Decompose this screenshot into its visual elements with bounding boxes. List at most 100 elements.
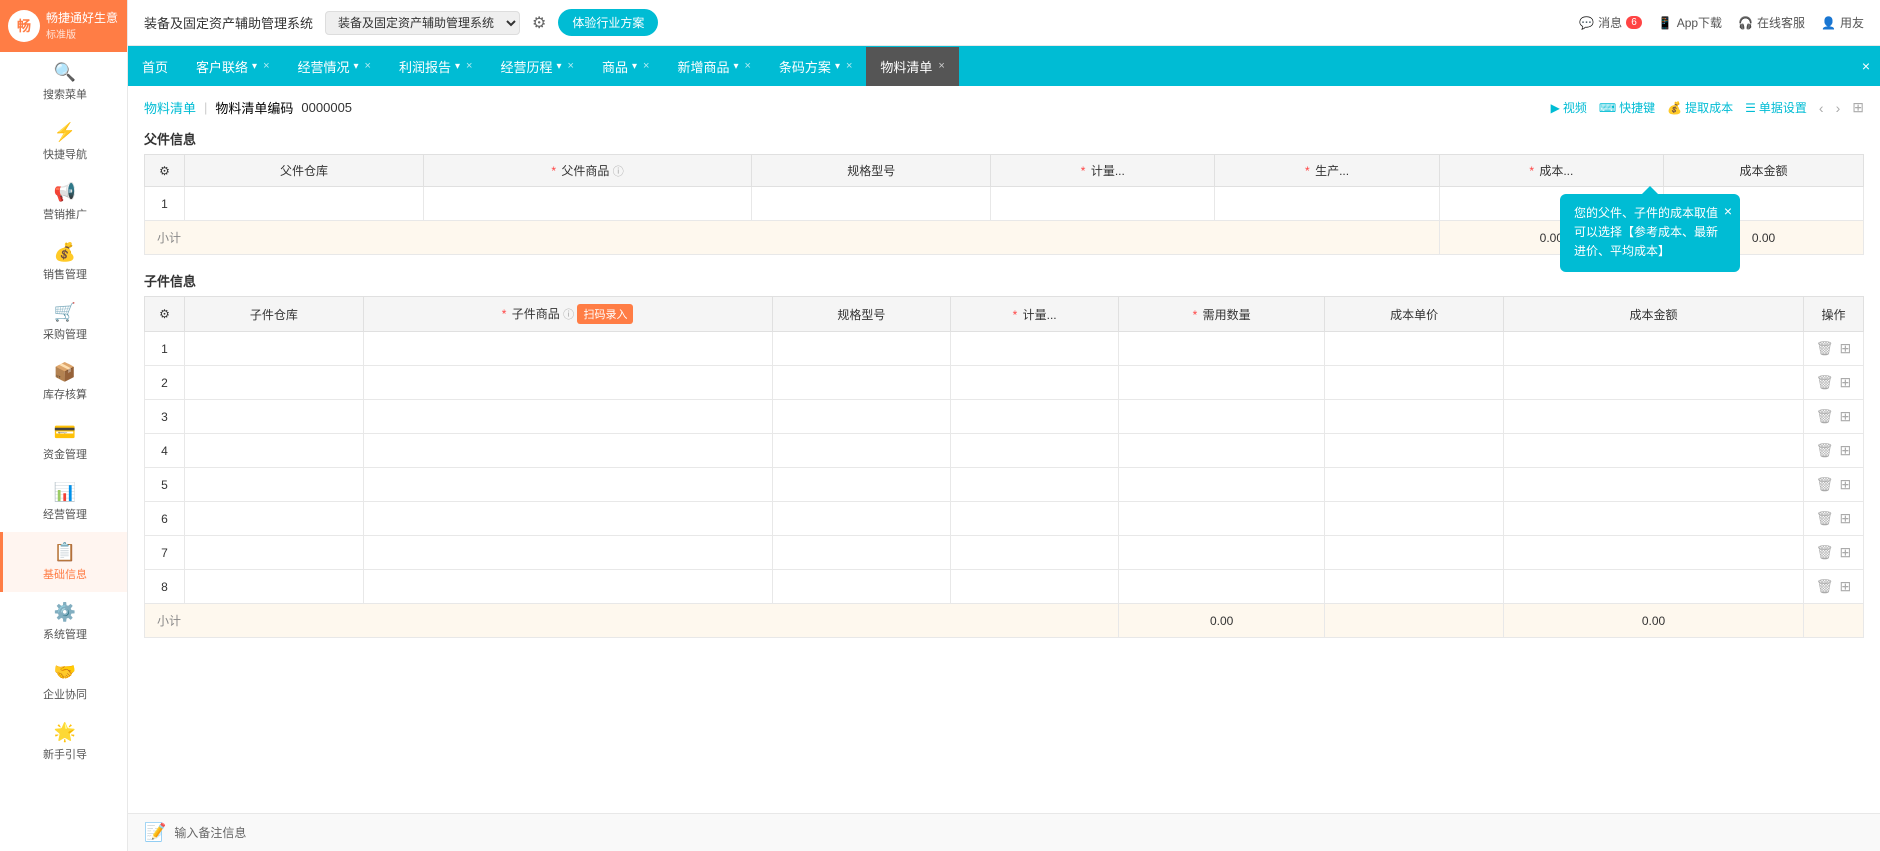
child-quantity-cell[interactable]: [1119, 332, 1325, 366]
copy-icon[interactable]: ⊞: [1840, 442, 1852, 459]
tab-profit[interactable]: 利润报告 ▾ ×: [385, 47, 486, 86]
child-goods-cell[interactable]: [363, 570, 772, 604]
sidebar-item-search[interactable]: 🔍 搜索菜单: [0, 52, 127, 112]
copy-icon[interactable]: ⊞: [1840, 476, 1852, 493]
delete-icon[interactable]: 🗑: [1816, 510, 1834, 527]
delete-icon[interactable]: 🗑: [1816, 476, 1834, 493]
sidebar-item-sales[interactable]: 💰 销售管理: [0, 232, 127, 292]
child-quantity-cell[interactable]: [1119, 434, 1325, 468]
settings-action[interactable]: ☰ 单据设置: [1745, 99, 1807, 116]
tab-bom[interactable]: 物料清单 ×: [866, 47, 958, 86]
child-warehouse-cell[interactable]: [185, 332, 364, 366]
parent-produce-cell[interactable]: [1215, 187, 1439, 221]
message-button[interactable]: 💬 消息 6: [1579, 14, 1642, 31]
tab-add-goods[interactable]: 新增商品 ▾ ×: [663, 47, 764, 86]
scan-button[interactable]: 扫码录入: [577, 304, 633, 324]
tab-close-icon[interactable]: ×: [744, 60, 750, 72]
child-unit-cell[interactable]: [951, 502, 1119, 536]
parent-warehouse-cell[interactable]: [185, 187, 424, 221]
copy-icon[interactable]: ⊞: [1840, 374, 1852, 391]
sidebar-item-guide[interactable]: 🌟 新手引导: [0, 712, 127, 772]
tab-goods[interactable]: 商品 ▾ ×: [588, 47, 663, 86]
tab-home[interactable]: 首页: [128, 47, 182, 86]
child-warehouse-cell[interactable]: [185, 502, 364, 536]
child-goods-cell[interactable]: [363, 468, 772, 502]
sidebar-item-system[interactable]: ⚙️ 系统管理: [0, 592, 127, 652]
sidebar-item-operation[interactable]: 📊 经营管理: [0, 472, 127, 532]
tab-close-icon[interactable]: ×: [263, 60, 269, 72]
app-download-button[interactable]: 📱 App下载: [1658, 14, 1722, 31]
tab-operation-status[interactable]: 经营情况 ▾ ×: [284, 47, 385, 86]
child-warehouse-cell[interactable]: [185, 366, 364, 400]
child-unit-cell[interactable]: [951, 366, 1119, 400]
child-quantity-cell[interactable]: [1119, 468, 1325, 502]
sidebar-item-marketing[interactable]: 📢 营销推广: [0, 172, 127, 232]
sidebar-item-purchase[interactable]: 🛒 采购管理: [0, 292, 127, 352]
breadcrumb-nav-next[interactable]: ›: [1836, 100, 1841, 116]
copy-icon[interactable]: ⊞: [1840, 578, 1852, 595]
copy-icon[interactable]: ⊞: [1840, 510, 1852, 527]
delete-icon[interactable]: 🗑: [1816, 442, 1834, 459]
copy-icon[interactable]: ⊞: [1840, 544, 1852, 561]
child-warehouse-cell[interactable]: [185, 570, 364, 604]
child-quantity-cell[interactable]: [1119, 502, 1325, 536]
th-parent-gear[interactable]: ⚙: [145, 155, 185, 187]
copy-icon[interactable]: ⊞: [1840, 408, 1852, 425]
tab-barcode[interactable]: 条码方案 ▾ ×: [765, 47, 866, 86]
child-unit-cell[interactable]: [951, 570, 1119, 604]
tab-close-icon[interactable]: ×: [643, 60, 649, 72]
child-warehouse-cell[interactable]: [185, 536, 364, 570]
copy-icon[interactable]: ⊞: [1840, 340, 1852, 357]
child-goods-cell[interactable]: [363, 502, 772, 536]
trial-button[interactable]: 体验行业方案: [558, 9, 658, 36]
tooltip-close-button[interactable]: ×: [1724, 200, 1732, 222]
child-goods-cell[interactable]: [363, 400, 772, 434]
child-unit-cell[interactable]: [951, 468, 1119, 502]
child-goods-cell[interactable]: [363, 332, 772, 366]
breadcrumb-item-bom[interactable]: 物料清单: [144, 98, 196, 117]
child-quantity-cell[interactable]: [1119, 400, 1325, 434]
child-warehouse-cell[interactable]: [185, 400, 364, 434]
child-unit-cell[interactable]: [951, 434, 1119, 468]
user-button[interactable]: 👤 用友: [1821, 14, 1864, 31]
tab-close-icon[interactable]: ×: [938, 60, 944, 72]
tab-close-icon[interactable]: ×: [466, 60, 472, 72]
tab-close-icon[interactable]: ×: [568, 60, 574, 72]
tab-customer[interactable]: 客户联络 ▾ ×: [182, 47, 283, 86]
tab-close-icon[interactable]: ×: [365, 60, 371, 72]
sidebar-item-finance[interactable]: 💳 资金管理: [0, 412, 127, 472]
child-quantity-cell[interactable]: [1119, 536, 1325, 570]
sidebar-item-inventory[interactable]: 📦 库存核算: [0, 352, 127, 412]
tab-close-icon[interactable]: ×: [846, 60, 852, 72]
parent-goods-cell[interactable]: [423, 187, 751, 221]
th-child-gear[interactable]: ⚙: [145, 297, 185, 332]
delete-icon[interactable]: 🗑: [1816, 374, 1834, 391]
sidebar-item-enterprise[interactable]: 🤝 企业协同: [0, 652, 127, 712]
child-quantity-cell[interactable]: [1119, 570, 1325, 604]
settings-icon[interactable]: ⚙: [532, 13, 546, 33]
breadcrumb-expand[interactable]: ⊞: [1852, 99, 1864, 116]
child-warehouse-cell[interactable]: [185, 468, 364, 502]
shortcut-action[interactable]: ⌨ 快捷键: [1599, 99, 1655, 116]
video-action[interactable]: ▶ 视频: [1551, 99, 1587, 116]
child-quantity-cell[interactable]: [1119, 366, 1325, 400]
child-warehouse-cell[interactable]: [185, 434, 364, 468]
breadcrumb-nav-prev[interactable]: ‹: [1819, 100, 1824, 116]
child-unit-cell[interactable]: [951, 400, 1119, 434]
cost-action[interactable]: 💰 提取成本: [1667, 99, 1733, 116]
delete-icon[interactable]: 🗑: [1816, 544, 1834, 561]
delete-icon[interactable]: 🗑: [1816, 578, 1834, 595]
child-goods-cell[interactable]: [363, 366, 772, 400]
online-service-button[interactable]: 🎧 在线客服: [1738, 14, 1805, 31]
child-unit-cell[interactable]: [951, 536, 1119, 570]
delete-icon[interactable]: 🗑: [1816, 408, 1834, 425]
close-all-tabs[interactable]: ×: [1852, 58, 1880, 74]
system-selector[interactable]: 装备及固定资产辅助管理系统: [325, 11, 520, 35]
child-unit-cell[interactable]: [951, 332, 1119, 366]
parent-unit-cell[interactable]: [991, 187, 1215, 221]
delete-icon[interactable]: 🗑: [1816, 340, 1834, 357]
child-goods-cell[interactable]: [363, 536, 772, 570]
sidebar-item-basic[interactable]: 📋 基础信息: [0, 532, 127, 592]
tab-history[interactable]: 经营历程 ▾ ×: [486, 47, 587, 86]
sidebar-item-quick-nav[interactable]: ⚡ 快捷导航: [0, 112, 127, 172]
